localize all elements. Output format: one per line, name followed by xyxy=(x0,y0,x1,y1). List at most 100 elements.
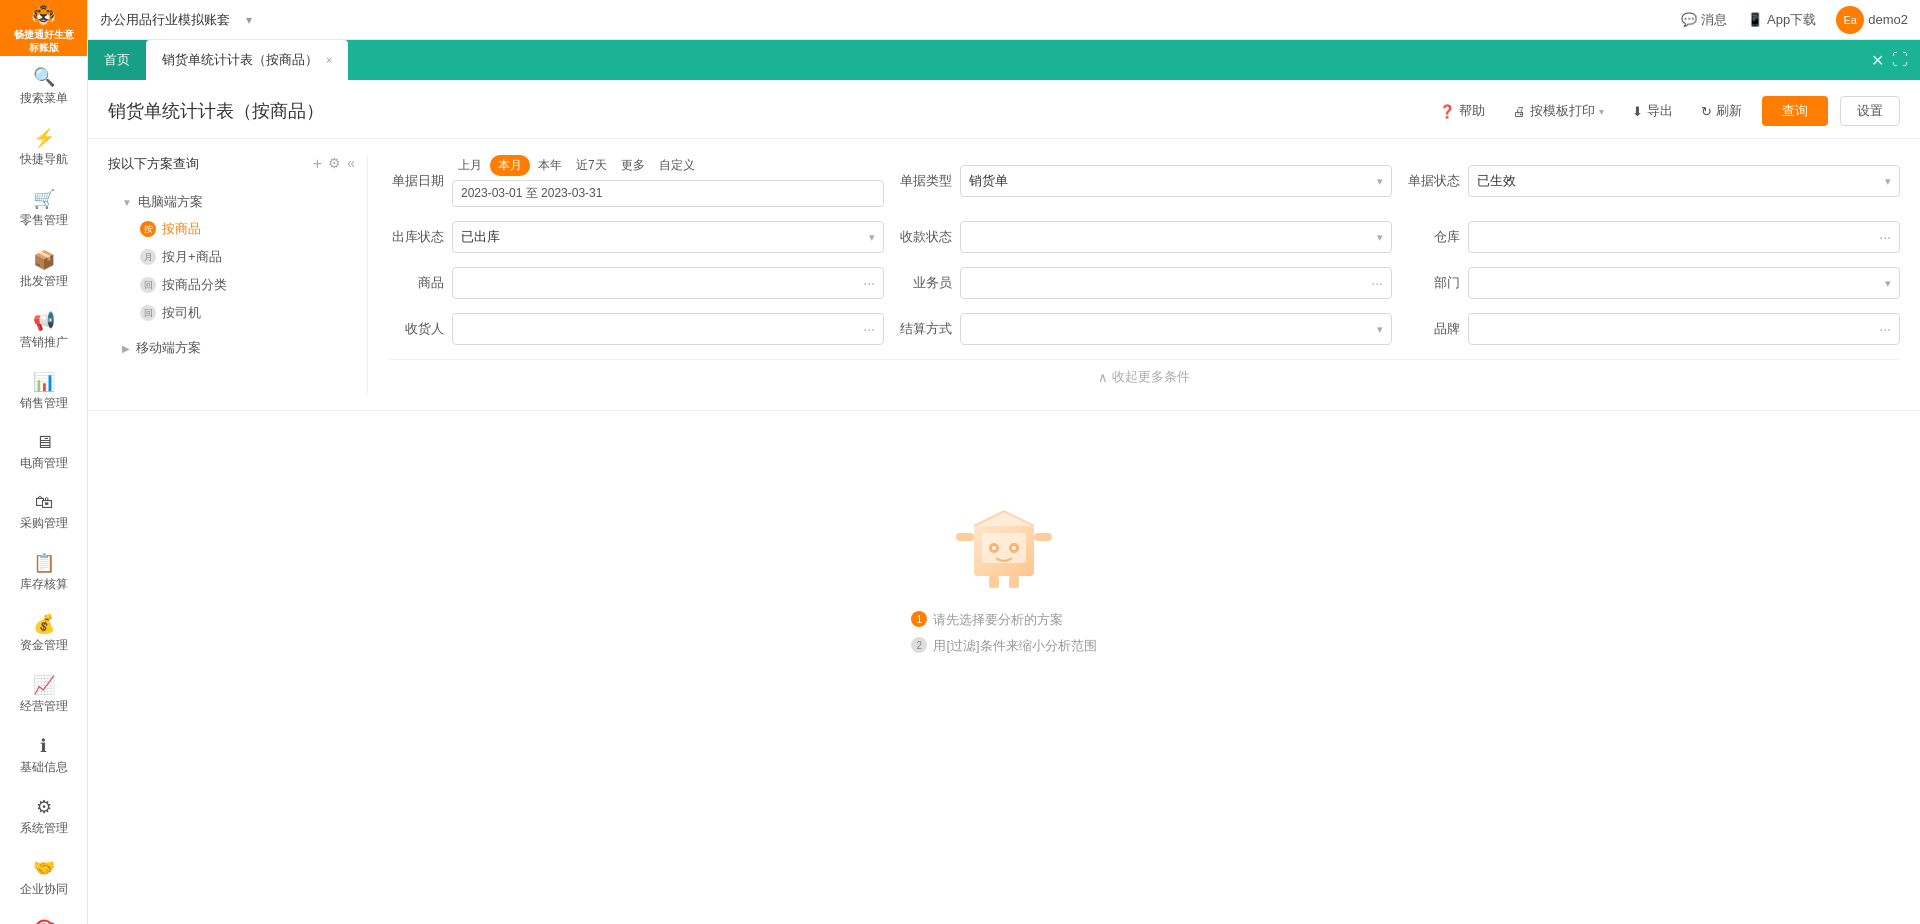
message-btn[interactable]: 💬 消息 xyxy=(1681,11,1727,29)
date-shortcuts: 上月本月本年近7天更多自定义 xyxy=(452,155,884,176)
sidebar-item-经营管理[interactable]: 📈经营管理 xyxy=(16,664,72,725)
industry-dropdown[interactable]: ▾ xyxy=(246,13,252,27)
sidebar-item-批发管理[interactable]: 📦批发管理 xyxy=(16,239,72,300)
app-download-btn[interactable]: 📱 App下载 xyxy=(1747,11,1816,29)
paymentstatus-label: 收款状态 xyxy=(896,228,952,246)
filter-recipient-field: 收货人 ··· xyxy=(388,313,884,345)
sidebar-icon: ⚡ xyxy=(20,127,68,149)
help-icon: ❓ xyxy=(1439,104,1455,119)
date-shortcut-更多[interactable]: 更多 xyxy=(615,155,651,176)
doctype-arrow-icon: ▾ xyxy=(1377,175,1383,188)
filter-row-4: 收货人 ··· 结算方式 xyxy=(388,313,1900,345)
salesperson-dots-btn[interactable]: ··· xyxy=(1371,275,1383,291)
warehouse-input[interactable]: ··· xyxy=(1468,221,1900,253)
filter-row-1: 单据日期 上月本月本年近7天更多自定义 2023-03-01 至 2023-03… xyxy=(388,155,1900,207)
tab-home[interactable]: 首页 xyxy=(88,40,146,80)
date-shortcut-自定义[interactable]: 自定义 xyxy=(653,155,701,176)
warehouse-dots-btn[interactable]: ··· xyxy=(1879,229,1891,245)
product-dots-btn[interactable]: ··· xyxy=(863,275,875,291)
tip-num-2: 2 xyxy=(911,637,927,653)
tab-active[interactable]: 销货单统计计表（按商品） × xyxy=(146,40,348,80)
docstatus-select[interactable]: 已生效 ▾ xyxy=(1468,165,1900,197)
collapse-btn[interactable]: ∧ 收起更多条件 xyxy=(1098,368,1190,386)
tree-item-label: 按商品分类 xyxy=(162,276,227,294)
brand-input[interactable]: ··· xyxy=(1468,313,1900,345)
empty-illustration xyxy=(944,491,1064,591)
svg-rect-6 xyxy=(989,576,999,588)
sidebar-item-企业协同[interactable]: 🤝企业协同 xyxy=(16,847,72,908)
tree-item-按商品[interactable]: 按按商品 xyxy=(132,215,355,243)
user-menu-btn[interactable]: Ea demo2 xyxy=(1836,6,1908,34)
tree-mobile: ▶ 移动端方案 xyxy=(108,331,355,365)
refresh-btn[interactable]: ↻ 刷新 xyxy=(1693,98,1750,124)
user-avatar: Ea xyxy=(1836,6,1864,34)
sidebar-item-零售管理[interactable]: 🛒零售管理 xyxy=(16,178,72,239)
settings-btn[interactable]: 设置 xyxy=(1840,96,1900,126)
docstatus-label: 单据状态 xyxy=(1404,172,1460,190)
sidebar-item-基础信息[interactable]: ℹ基础信息 xyxy=(16,725,72,786)
tree-item-按司机[interactable]: 回按司机 xyxy=(132,299,355,327)
date-shortcut-上月[interactable]: 上月 xyxy=(452,155,488,176)
tabbar-actions: ✕ ⛶ xyxy=(1871,51,1920,70)
date-shortcut-本月[interactable]: 本月 xyxy=(490,155,530,176)
filter-warehousestatus-field: 出库状态 已出库 ▾ xyxy=(388,221,884,253)
settlement-select[interactable]: ▾ xyxy=(960,313,1392,345)
sidebar-item-营销推广[interactable]: 📢营销推广 xyxy=(16,300,72,361)
tree-item-按商品分类[interactable]: 回按商品分类 xyxy=(132,271,355,299)
paymentstatus-select[interactable]: ▾ xyxy=(960,221,1392,253)
tree-desktop-header[interactable]: ▼ 电脑端方案 xyxy=(116,189,355,215)
left-panel-header: 按以下方案查询 + ⚙ « xyxy=(108,155,355,173)
print-btn[interactable]: 🖨 按模板打印 ▾ xyxy=(1505,98,1612,124)
collapse-panel-btn[interactable]: « xyxy=(347,155,355,173)
warehouse-label: 仓库 xyxy=(1404,228,1460,246)
tree-mobile-header[interactable]: ▶ 移动端方案 xyxy=(116,335,355,361)
sidebar-icon: 🤝 xyxy=(20,857,68,879)
filter-warehouse-field: 仓库 ··· xyxy=(1404,221,1900,253)
add-scheme-btn[interactable]: + xyxy=(313,155,322,173)
query-btn[interactable]: 查询 xyxy=(1762,96,1828,126)
empty-tip-2: 2 用[过滤]条件来缩小分析范围 xyxy=(911,637,1096,655)
help-btn[interactable]: ❓ 帮助 xyxy=(1431,98,1493,124)
filter-salesperson-field: 业务员 ··· xyxy=(896,267,1392,299)
tree-desktop-children: 按按商品月按月+商品回按商品分类回按司机 xyxy=(116,215,355,327)
recipient-dots-btn[interactable]: ··· xyxy=(863,321,875,337)
content-area: 销货单统计计表（按商品） ❓ 帮助 🖨 按模板打印 ▾ ⬇ 导出 xyxy=(88,80,1920,924)
recipient-input[interactable]: ··· xyxy=(452,313,884,345)
sidebar-item-资金管理[interactable]: 💰资金管理 xyxy=(16,603,72,664)
sidebar-item-采购管理[interactable]: 🛍采购管理 xyxy=(16,482,72,542)
date-shortcut-本年[interactable]: 本年 xyxy=(532,155,568,176)
settings-scheme-btn[interactable]: ⚙ xyxy=(328,155,341,173)
message-icon: 💬 xyxy=(1681,12,1697,27)
department-label: 部门 xyxy=(1404,274,1460,292)
tree-arrow-icon: ▼ xyxy=(122,197,132,208)
sidebar-item-库存核算[interactable]: 📋库存核算 xyxy=(16,542,72,603)
sidebar-item-搜索菜单[interactable]: 🔍搜索菜单 xyxy=(16,56,72,117)
tree-item-label: 按商品 xyxy=(162,220,201,238)
sidebar-item-电商管理[interactable]: 🖥电商管理 xyxy=(16,422,72,482)
salesperson-input[interactable]: ··· xyxy=(960,267,1392,299)
tree-item-按月+商品[interactable]: 月按月+商品 xyxy=(132,243,355,271)
sidebar-item-快捷导航[interactable]: ⚡快捷导航 xyxy=(16,117,72,178)
department-select[interactable]: ▾ xyxy=(1468,267,1900,299)
brand-dots-btn[interactable]: ··· xyxy=(1879,321,1891,337)
tab-close-btn[interactable]: × xyxy=(326,54,332,66)
filter-layout: 按以下方案查询 + ⚙ « ▼ 电脑端方案 xyxy=(108,155,1900,394)
export-btn[interactable]: ⬇ 导出 xyxy=(1624,98,1681,124)
close-tab-btn[interactable]: ✕ xyxy=(1871,51,1884,70)
svg-rect-9 xyxy=(1034,533,1052,541)
date-shortcut-近7天[interactable]: 近7天 xyxy=(570,155,613,176)
left-panel: 按以下方案查询 + ⚙ « ▼ 电脑端方案 xyxy=(108,155,368,394)
sidebar-icon: 📈 xyxy=(20,674,68,696)
sidebar-item-系统管理[interactable]: ⚙系统管理 xyxy=(16,786,72,847)
product-input[interactable]: ··· xyxy=(452,267,884,299)
paymentstatus-arrow-icon: ▾ xyxy=(1377,231,1383,244)
maximize-tab-btn[interactable]: ⛶ xyxy=(1892,51,1908,69)
export-icon: ⬇ xyxy=(1632,104,1643,119)
warehousestatus-select[interactable]: 已出库 ▾ xyxy=(452,221,884,253)
phone-icon: 📱 xyxy=(1747,12,1763,27)
sidebar-item-销售管理[interactable]: 📊销售管理 xyxy=(16,361,72,422)
date-range-input[interactable]: 2023-03-01 至 2023-03-31 xyxy=(452,180,884,207)
salesperson-label: 业务员 xyxy=(896,274,952,292)
sidebar-item-新手引导[interactable]: 🎯新手引导 xyxy=(16,908,72,924)
doctype-select[interactable]: 销货单 ▾ xyxy=(960,165,1392,197)
